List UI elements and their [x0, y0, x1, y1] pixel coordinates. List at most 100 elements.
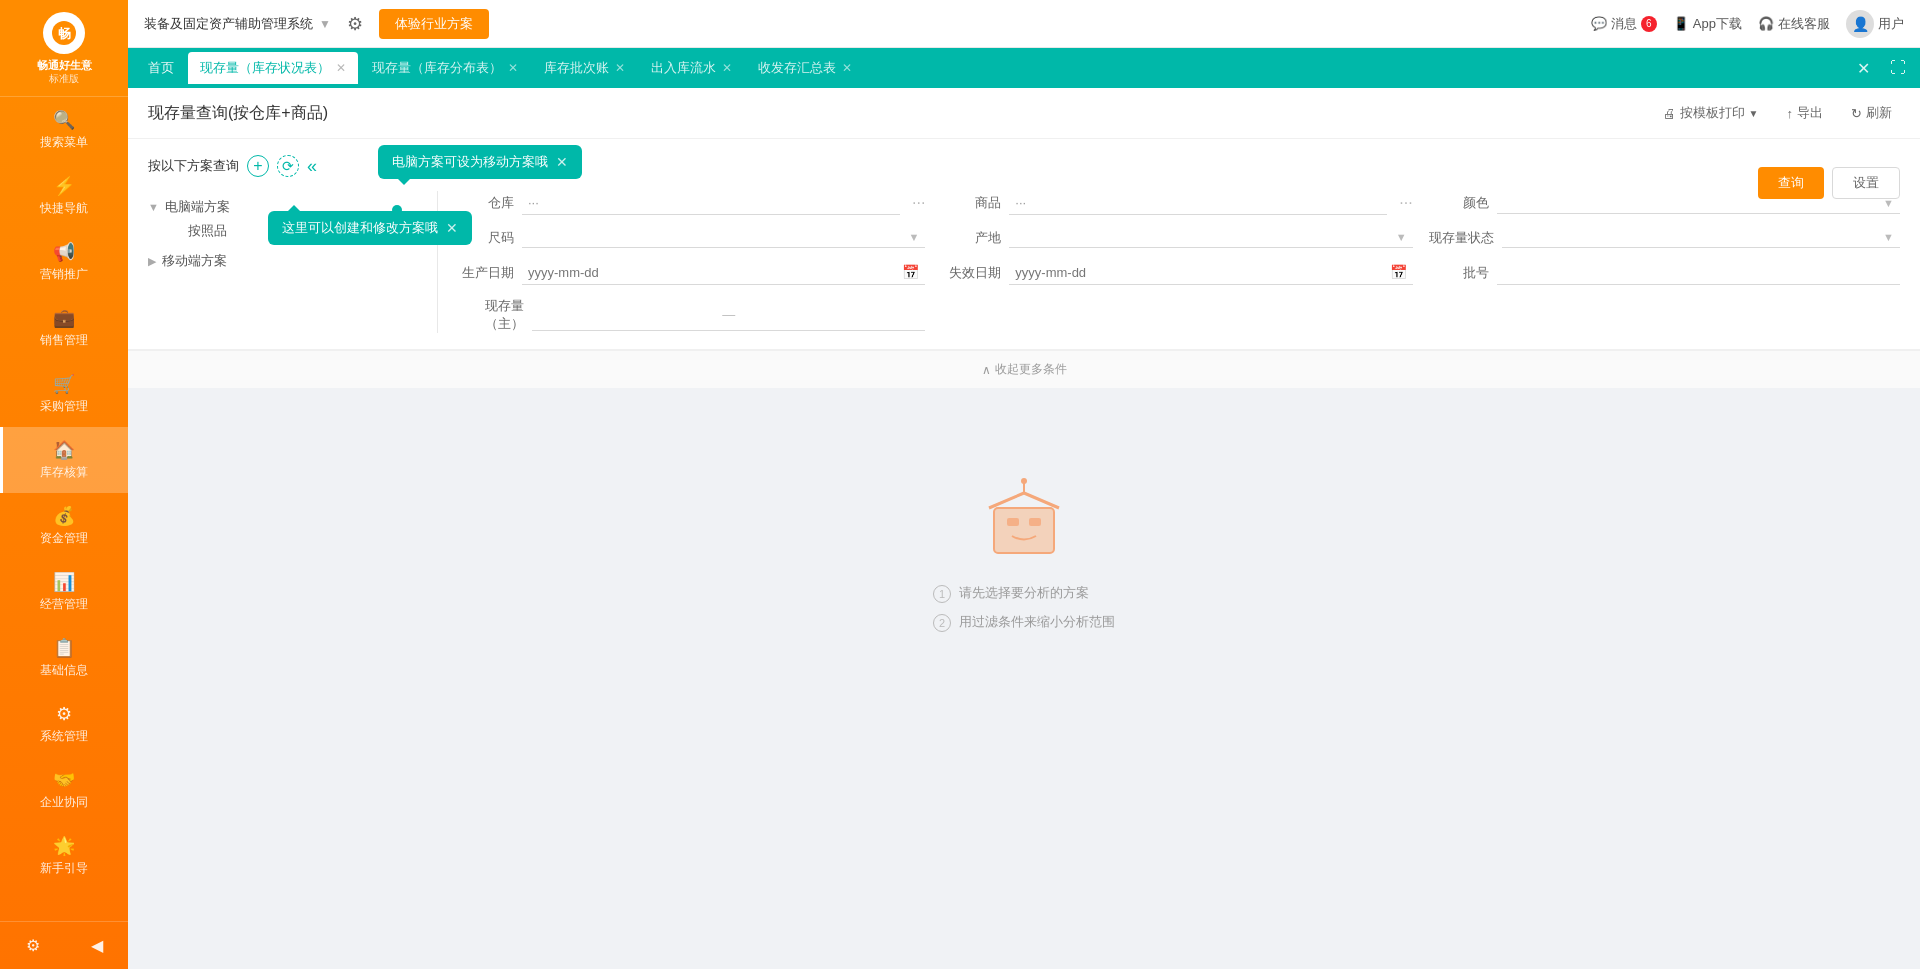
query-btn[interactable]: 查询 — [1758, 167, 1824, 199]
stock-qty-max[interactable] — [739, 303, 919, 326]
tab-inventory-status-close[interactable]: ✕ — [336, 62, 346, 74]
sidebar-menu: 🔍 搜索菜单 ⚡ 快捷导航 📢 营销推广 💼 销售管理 🛒 采购管理 🏠 库存核… — [0, 97, 128, 921]
tooltip-close-1[interactable]: ✕ — [556, 154, 568, 170]
industry-plan-btn[interactable]: 体验行业方案 — [379, 9, 489, 39]
sidebar: 畅 畅通好生意 标准版 🔍 搜索菜单 ⚡ 快捷导航 📢 营销推广 💼 销售管理 … — [0, 0, 128, 969]
message-badge: 6 — [1641, 16, 1657, 32]
tab-summary-close[interactable]: ✕ — [842, 62, 852, 74]
export-btn[interactable]: ↑ 导出 — [1779, 100, 1832, 126]
page-title-bar: 现存量查询(按仓库+商品) 🖨 按模板打印 ▼ ↑ 导出 ↻ 刷新 — [128, 88, 1920, 139]
filter-copy-btn[interactable]: ⟳ — [277, 155, 299, 177]
sidebar-item-label-search: 搜索菜单 — [40, 134, 88, 151]
sidebar-item-purchase[interactable]: 🛒 采购管理 — [0, 361, 128, 427]
tab-maximize-btn[interactable]: ⛶ — [1884, 57, 1912, 80]
sidebar-item-quicknav[interactable]: ⚡ 快捷导航 — [0, 163, 128, 229]
field-stock-qty-range: — — [532, 299, 925, 331]
filter-row-3: 生产日期 📅 失效日期 📅 — [454, 260, 1900, 285]
print-dropdown-icon[interactable]: ▼ — [1749, 108, 1759, 119]
field-warehouse-dots: ··· — [528, 195, 539, 210]
refresh-btn[interactable]: ↻ 刷新 — [1843, 100, 1900, 126]
sidebar-item-sales[interactable]: 💼 销售管理 — [0, 295, 128, 361]
tree-mobile-label: 移动端方案 — [162, 252, 227, 270]
app-download-label: App下载 — [1693, 15, 1742, 33]
stock-qty-min[interactable] — [538, 303, 718, 326]
tree-item-mobile[interactable]: ▶ 移动端方案 — [148, 249, 421, 273]
collapse-btn[interactable]: ∧ 收起更多条件 — [982, 361, 1067, 378]
tab-summary[interactable]: 收发存汇总表 ✕ — [746, 52, 864, 84]
filter-row-4: 现存量（主） — — [454, 297, 1900, 333]
filter-arrow-btn[interactable]: « — [307, 156, 317, 177]
svg-rect-4 — [1007, 518, 1019, 526]
tab-inout-close[interactable]: ✕ — [722, 62, 732, 74]
production-calendar-icon[interactable]: 📅 — [902, 264, 919, 280]
online-service-btn[interactable]: 🎧 在线客服 — [1758, 15, 1830, 33]
tab-inventory-dist[interactable]: 现存量（库存分布表） ✕ — [360, 52, 530, 84]
sidebar-item-finance[interactable]: 💰 资金管理 — [0, 493, 128, 559]
field-warehouse-input[interactable]: ··· — [522, 191, 900, 215]
message-label: 消息 — [1611, 15, 1637, 33]
batch-input[interactable] — [1497, 261, 1900, 285]
svg-text:畅: 畅 — [58, 26, 71, 41]
sidebar-item-system[interactable]: ⚙ 系统管理 — [0, 691, 128, 757]
gear-settings-btn[interactable]: ⚙ — [343, 10, 367, 38]
field-goods-input[interactable]: ··· — [1009, 191, 1387, 215]
reset-btn[interactable]: 设置 — [1832, 167, 1900, 199]
field-size-input[interactable]: ▼ — [522, 227, 925, 248]
field-expiry-date-input[interactable]: 📅 — [1009, 260, 1412, 285]
field-origin-label: 产地 — [941, 229, 1001, 247]
svg-rect-2 — [994, 508, 1054, 553]
tab-inventory-dist-close[interactable]: ✕ — [508, 62, 518, 74]
headset-icon: 🎧 — [1758, 16, 1774, 31]
field-production-date: 生产日期 📅 — [454, 260, 925, 285]
tab-inventory-status[interactable]: 现存量（库存状况表） ✕ — [188, 52, 358, 84]
system-selector[interactable]: 装备及固定资产辅助管理系统 ▼ — [144, 15, 331, 33]
sidebar-item-label-system: 系统管理 — [40, 728, 88, 745]
print-btn[interactable]: 🖨 按模板打印 ▼ — [1655, 100, 1767, 126]
stock-status-dropdown-icon[interactable]: ▼ — [1883, 231, 1894, 243]
app-download-btn[interactable]: 📱 App下载 — [1673, 15, 1742, 33]
tip-text-1: 请先选择要分析的方案 — [959, 584, 1089, 602]
sidebar-item-label-quicknav: 快捷导航 — [40, 200, 88, 217]
warehouse-more-icon[interactable]: ··· — [912, 194, 925, 212]
field-origin-input[interactable]: ▼ — [1009, 227, 1412, 248]
goods-more-icon[interactable]: ··· — [1399, 194, 1412, 212]
field-expiry-label: 失效日期 — [941, 264, 1001, 282]
sidebar-item-label-purchase: 采购管理 — [40, 398, 88, 415]
origin-dropdown-icon[interactable]: ▼ — [1396, 231, 1407, 243]
user-btn[interactable]: 👤 用户 — [1846, 10, 1904, 38]
tab-batch-close[interactable]: ✕ — [615, 62, 625, 74]
sidebar-item-operations[interactable]: 📊 经营管理 — [0, 559, 128, 625]
marketing-icon: 📢 — [53, 241, 75, 263]
field-warehouse-label: 仓库 — [454, 194, 514, 212]
filter-label: 按以下方案查询 — [148, 157, 239, 175]
sidebar-item-guide[interactable]: 🌟 新手引导 — [0, 823, 128, 889]
tooltip-close-2[interactable]: ✕ — [446, 220, 458, 236]
tab-close-all-btn[interactable]: ✕ — [1851, 57, 1876, 80]
system-name-label: 装备及固定资产辅助管理系统 — [144, 15, 313, 33]
expiry-date-textfield[interactable] — [1015, 265, 1389, 280]
filter-add-btn[interactable]: + — [247, 155, 269, 177]
phone-icon: 📱 — [1673, 16, 1689, 31]
expiry-calendar-icon[interactable]: 📅 — [1390, 264, 1407, 280]
field-stock-status-input[interactable]: ▼ — [1502, 227, 1900, 248]
settings-bottom-btn[interactable]: ⚙ — [22, 932, 44, 959]
tab-home[interactable]: 首页 — [136, 59, 186, 77]
tab-batch[interactable]: 库存批次账 ✕ — [532, 52, 637, 84]
sidebar-item-enterprise[interactable]: 🤝 企业协同 — [0, 757, 128, 823]
sidebar-item-inventory[interactable]: 🏠 库存核算 — [0, 427, 128, 493]
message-btn[interactable]: 💬 消息 6 — [1591, 15, 1657, 33]
tree-expand-icon: ▼ — [148, 201, 159, 213]
production-date-textfield[interactable] — [528, 265, 902, 280]
collapse-bar[interactable]: ∧ 收起更多条件 — [128, 350, 1920, 388]
tab-inout[interactable]: 出入库流水 ✕ — [639, 52, 744, 84]
system-dropdown-icon[interactable]: ▼ — [319, 17, 331, 31]
sidebar-item-marketing[interactable]: 📢 营销推广 — [0, 229, 128, 295]
field-warehouse: 仓库 ··· ··· — [454, 191, 925, 215]
field-production-date-input[interactable]: 📅 — [522, 260, 925, 285]
sidebar-item-search[interactable]: 🔍 搜索菜单 — [0, 97, 128, 163]
collapse-sidebar-btn[interactable]: ◀ — [87, 932, 107, 959]
sidebar-item-basic[interactable]: 📋 基础信息 — [0, 625, 128, 691]
size-dropdown-icon[interactable]: ▼ — [908, 231, 919, 243]
sidebar-item-label-operations: 经营管理 — [40, 596, 88, 613]
tab-summary-label: 收发存汇总表 — [758, 59, 836, 77]
